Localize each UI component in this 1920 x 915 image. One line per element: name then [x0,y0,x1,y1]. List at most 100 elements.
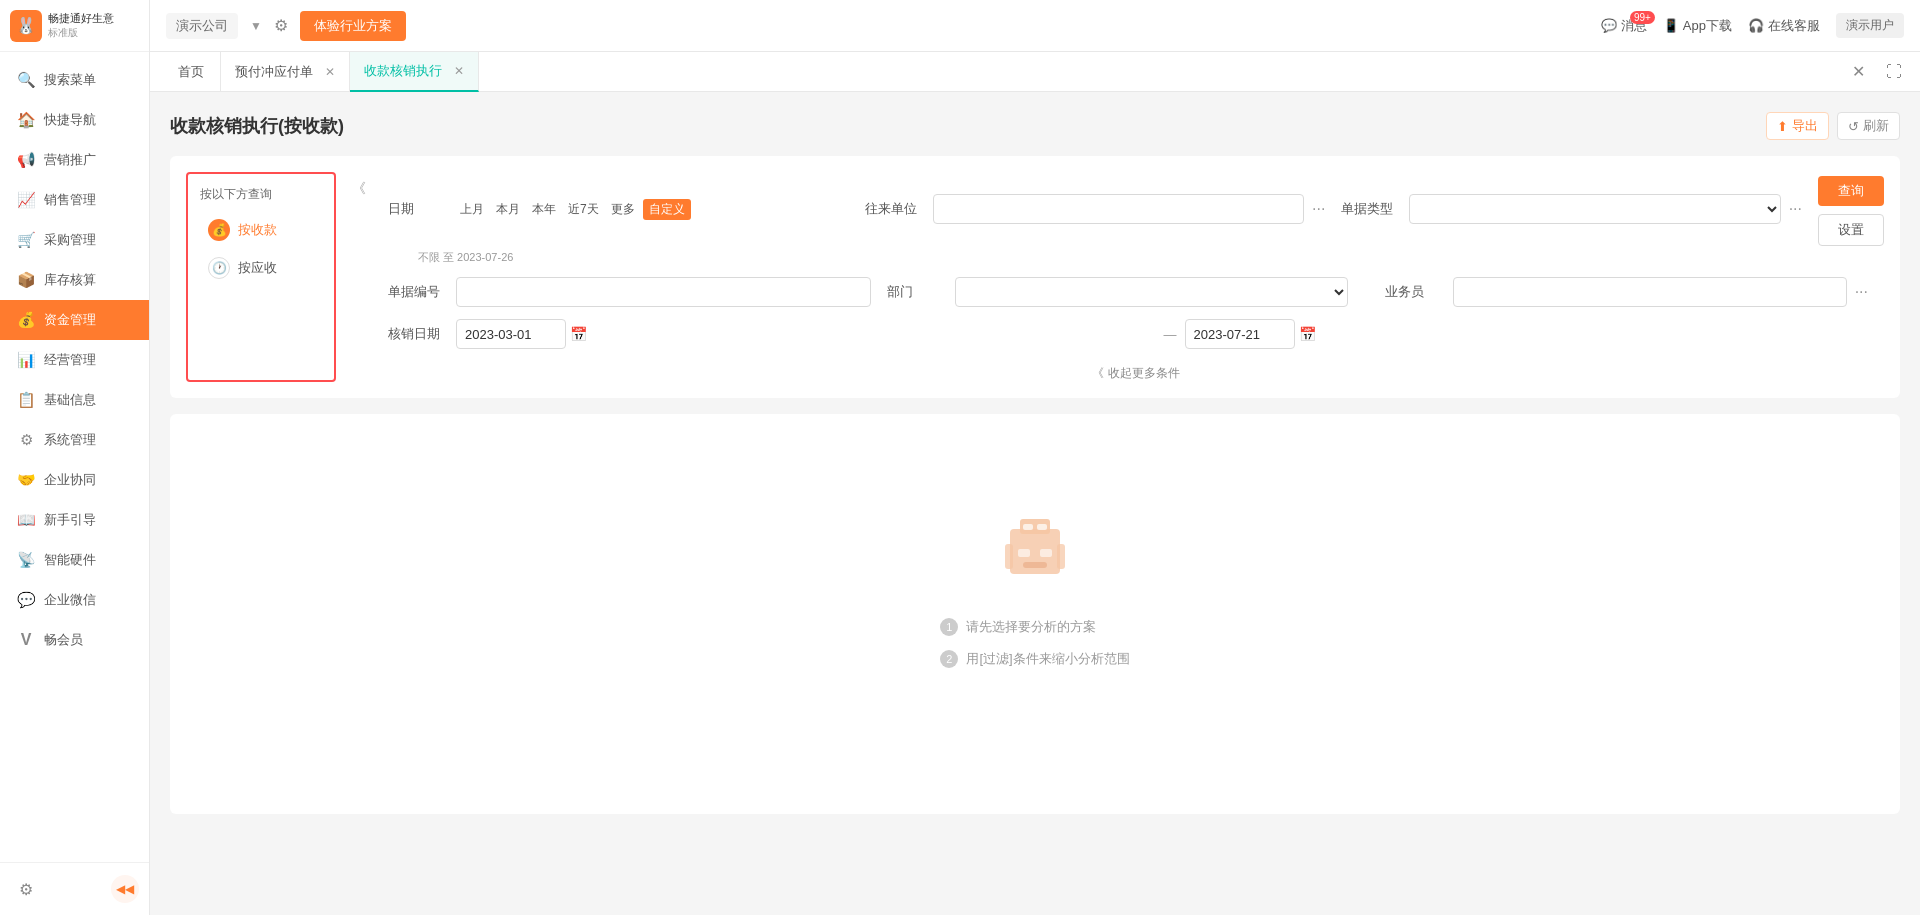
sidebar-item-base[interactable]: 📋 基础信息 [0,380,149,420]
partner-more-icon[interactable]: ··· [1312,200,1325,218]
main-content: 演示公司 ▼ ⚙ 体验行业方案 💬 消息 99+ 📱 App下载 🎧 在线客服 … [150,0,1920,915]
tip-text-2: 用[过滤]条件来缩小分析范围 [966,646,1129,672]
filter-bill-type-field: 单据类型 ··· [1341,194,1802,224]
verify-date-end-wrap: 📅 [1185,319,1885,349]
sidebar-item-system[interactable]: ⚙ 系统管理 [0,420,149,460]
tab-home[interactable]: 首页 [162,52,221,92]
page-header: 收款核销执行(按收款) ⬆ 导出 ↺ 刷新 [170,112,1900,140]
sidebar-item-label: 资金管理 [44,311,96,329]
staff-more-icon[interactable]: ··· [1855,283,1868,301]
filter-receivable-label: 按应收 [238,259,277,277]
sidebar-item-marketing[interactable]: 📢 营销推广 [0,140,149,180]
collapse-label: 收起更多条件 [1108,365,1180,382]
sidebar: 🐰 畅捷通好生意 标准版 🔍 搜索菜单 🏠 快捷导航 📢 营销推广 📈 销售管理… [0,0,150,915]
tab-receipt-close[interactable]: ✕ [454,64,464,78]
tab-expand-icon[interactable]: ⛶ [1880,58,1908,86]
topbar-msg[interactable]: 💬 消息 99+ [1601,17,1647,35]
tip-text-1: 请先选择要分析的方案 [966,614,1096,640]
verify-date-label: 核销日期 [388,325,448,343]
refresh-button[interactable]: ↺ 刷新 [1837,112,1900,140]
export-button[interactable]: ⬆ 导出 [1766,112,1829,140]
filter-receivable-icon: 🕐 [208,257,230,279]
date-btn-last-month[interactable]: 上月 [456,199,488,220]
topbar-user[interactable]: 演示用户 [1836,13,1904,38]
bill-type-label: 单据类型 [1341,200,1401,218]
filter-area: 按以下方查询 💰 按收款 🕐 按应收 《 日期 [170,156,1900,398]
tab-prepay[interactable]: 预付冲应付单 ✕ [221,52,350,92]
date-separator: — [1164,327,1177,342]
sidebar-item-purchase[interactable]: 🛒 采购管理 [0,220,149,260]
staff-input[interactable] [1453,277,1846,307]
sidebar-item-sales[interactable]: 📈 销售管理 [0,180,149,220]
sidebar-item-label: 企业微信 [44,591,96,609]
quicknav-icon: 🏠 [16,110,36,130]
service-label: 在线客服 [1768,17,1820,35]
date-btn-custom[interactable]: 自定义 [643,199,691,220]
sidebar-item-search[interactable]: 🔍 搜索菜单 [0,60,149,100]
date-btn-this-month[interactable]: 本月 [492,199,524,220]
verify-date-start-input[interactable] [456,319,566,349]
tab-prepay-close[interactable]: ✕ [325,65,335,79]
sales-icon: 📈 [16,190,36,210]
empty-tip-2: 2 用[过滤]条件来缩小分析范围 [940,646,1129,672]
date-btn-this-year[interactable]: 本年 [528,199,560,220]
tab-close-all-icon[interactable]: ✕ [1844,58,1872,86]
collapse-icon: 《 [1092,365,1104,382]
content-card: 1 请先选择要分析的方案 2 用[过滤]条件来缩小分析范围 [170,414,1900,814]
collapse-more-area: 《 收起更多条件 [388,365,1884,382]
empty-illustration [985,494,1085,594]
sidebar-item-member[interactable]: V 畅会员 [0,620,149,660]
partner-input[interactable] [933,194,1304,224]
topbar-gear-icon[interactable]: ⚙ [274,16,288,35]
sidebar-item-wechat[interactable]: 💬 企业微信 [0,580,149,620]
svg-rect-5 [1057,544,1065,569]
sidebar-item-finance[interactable]: 💰 资金管理 [0,300,149,340]
finance-icon: 💰 [16,310,36,330]
filter-collapse-btn[interactable]: 《 [352,172,372,382]
tip-num-1: 1 [940,618,958,636]
sidebar-item-label: 畅会员 [44,631,83,649]
dept-label: 部门 [887,283,947,301]
collapse-more-button[interactable]: 《 收起更多条件 [1092,365,1180,382]
svg-rect-3 [1037,524,1047,530]
query-button[interactable]: 查询 [1818,176,1884,206]
bill-type-select[interactable] [1409,194,1780,224]
sidebar-item-quicknav[interactable]: 🏠 快捷导航 [0,100,149,140]
bill-type-more-icon[interactable]: ··· [1789,200,1802,218]
dept-select[interactable] [955,277,1348,307]
industry-btn[interactable]: 体验行业方案 [300,11,406,41]
calendar-end-icon[interactable]: 📅 [1299,326,1316,342]
date-limit-text: 不限 至 2023-07-26 [418,250,513,265]
guide-icon: 📖 [16,510,36,530]
sidebar-item-guide[interactable]: 📖 新手引导 [0,500,149,540]
topbar-service[interactable]: 🎧 在线客服 [1748,17,1820,35]
tab-receipt-verify[interactable]: 收款核销执行 ✕ [350,52,479,92]
date-btn-more[interactable]: 更多 [607,199,639,220]
bill-no-input[interactable] [456,277,871,307]
svg-rect-4 [1005,544,1013,569]
verify-date-start-wrap: 📅 [456,319,1156,349]
app-icon: 📱 [1663,18,1679,33]
empty-tip-1: 1 请先选择要分析的方案 [940,614,1129,640]
filter-option-by-receivable[interactable]: 🕐 按应收 [200,251,322,285]
calendar-start-icon[interactable]: 📅 [570,326,587,342]
sidebar-item-management[interactable]: 📊 经营管理 [0,340,149,380]
sidebar-collapse-button[interactable]: ◀◀ [111,875,139,903]
sidebar-item-hardware[interactable]: 📡 智能硬件 [0,540,149,580]
page-header-actions: ⬆ 导出 ↺ 刷新 [1766,112,1900,140]
filter-bill-no-field: 单据编号 [388,277,871,307]
settings-button[interactable]: 设置 [1818,214,1884,246]
verify-date-end-input[interactable] [1185,319,1295,349]
filter-row-2: 单据编号 部门 ··· 业务员 ··· [388,277,1884,307]
settings-bottom-icon[interactable]: ⚙ [10,873,42,905]
sidebar-logo: 🐰 畅捷通好生意 标准版 [0,0,149,52]
date-btn-7days[interactable]: 近7天 [564,199,603,220]
sidebar-item-inventory[interactable]: 📦 库存核算 [0,260,149,300]
search-icon: 🔍 [16,70,36,90]
filter-type-selector: 按以下方查询 💰 按收款 🕐 按应收 [186,172,336,382]
topbar-dropdown-icon[interactable]: ▼ [250,19,262,33]
topbar-app[interactable]: 📱 App下载 [1663,17,1732,35]
sidebar-item-collab[interactable]: 🤝 企业协同 [0,460,149,500]
filter-option-by-receipt[interactable]: 💰 按收款 [200,213,322,247]
filter-dept-field: 部门 ··· [887,277,1370,307]
